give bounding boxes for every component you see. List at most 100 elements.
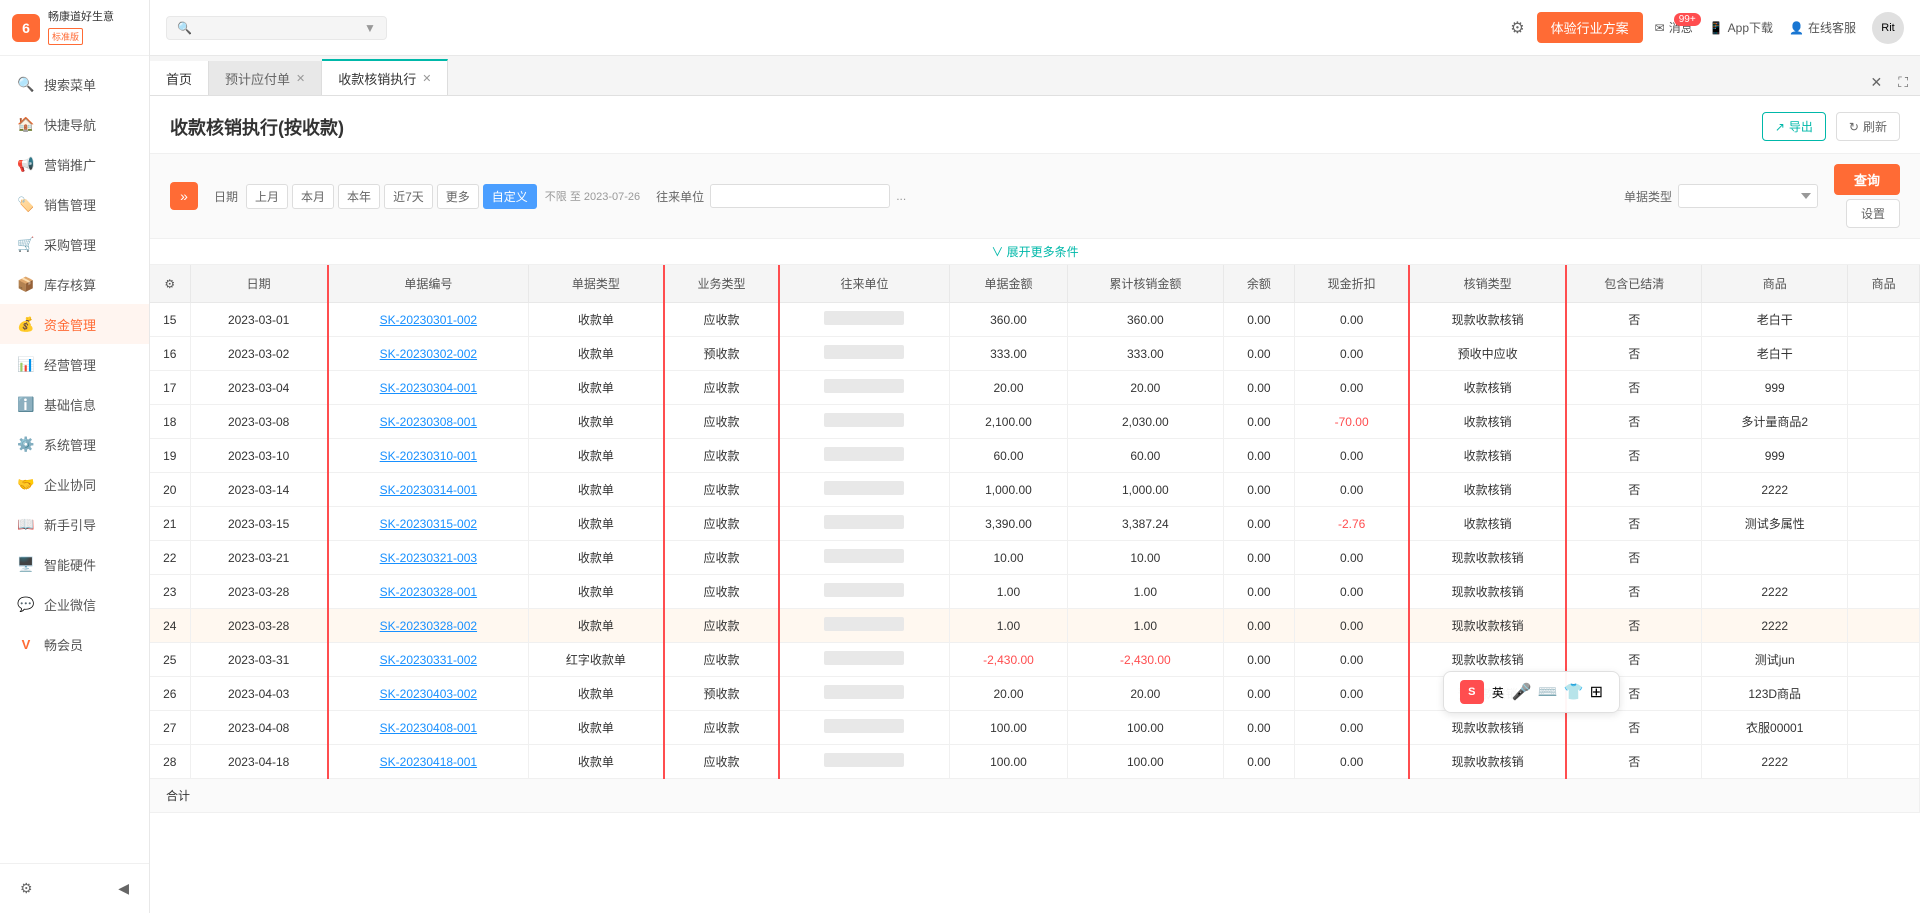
topbar-search-box[interactable]: 🔍 ▼ <box>166 16 387 40</box>
sidebar-item-system[interactable]: ⚙️ 系统管理 <box>0 424 149 464</box>
keyboard-icon[interactable]: ⌨️ <box>1538 682 1558 702</box>
filter-date-7days[interactable]: 近7天 <box>384 184 433 209</box>
sidebar-item-hardware[interactable]: 🖥️ 智能硬件 <box>0 544 149 584</box>
settings-button[interactable]: 设置 <box>1846 199 1900 228</box>
filter-date-label: 日期 <box>214 188 238 205</box>
filter-date-last-month[interactable]: 上月 <box>246 184 288 209</box>
col-header-doc-num[interactable]: 单据编号 <box>328 265 529 303</box>
doc-num-link[interactable]: SK-20230408-001 <box>380 721 477 735</box>
col-header-amount[interactable]: 单据金额 <box>949 265 1067 303</box>
avatar[interactable]: Rit <box>1872 12 1904 44</box>
filter-type-select[interactable] <box>1678 184 1818 208</box>
sidebar-item-search[interactable]: 🔍 搜索菜单 <box>0 64 149 104</box>
col-header-product1[interactable]: 商品 <box>1702 265 1848 303</box>
tab-prepay[interactable]: 预计应付单 ✕ <box>209 61 322 95</box>
message-button[interactable]: ✉ 消息 99+ <box>1655 19 1693 36</box>
sidebar-item-wechat[interactable]: 💬 企业微信 <box>0 584 149 624</box>
col-header-product2[interactable]: 商品 <box>1848 265 1920 303</box>
table-row[interactable]: 17 2023-03-04 SK-20230304-001 收款单 应收款 20… <box>150 371 1920 405</box>
export-button[interactable]: ↗ 导出 <box>1762 112 1826 141</box>
chevron-down-icon: ∨ <box>991 245 1006 259</box>
col-header-biz-type[interactable]: 业务类型 <box>664 265 779 303</box>
doc-num-link[interactable]: SK-20230321-003 <box>380 551 477 565</box>
doc-num-link[interactable]: SK-20230314-001 <box>380 483 477 497</box>
table-row[interactable]: 16 2023-03-02 SK-20230302-002 收款单 预收款 33… <box>150 337 1920 371</box>
tab-prepay-close-icon[interactable]: ✕ <box>296 72 305 85</box>
col-header-doc-type[interactable]: 单据类型 <box>528 265 663 303</box>
sidebar-collapse-btn[interactable]: ◀ <box>114 876 133 901</box>
doc-num-link[interactable]: SK-20230302-002 <box>380 347 477 361</box>
sidebar-item-marketing[interactable]: 📢 营销推广 <box>0 144 149 184</box>
grid-icon[interactable]: ⊞ <box>1590 682 1603 702</box>
doc-num-link[interactable]: SK-20230304-001 <box>380 381 477 395</box>
settings-gear-icon[interactable]: ⚙ <box>1510 18 1524 38</box>
table-row[interactable]: 27 2023-04-08 SK-20230408-001 收款单 应收款 10… <box>150 711 1920 745</box>
sidebar-settings-btn[interactable]: ⚙ <box>16 876 37 901</box>
sidebar-item-sales[interactable]: 🏷️ 销售管理 <box>0 184 149 224</box>
col-header-balance[interactable]: 余额 <box>1223 265 1295 303</box>
table-row[interactable]: 22 2023-03-21 SK-20230321-003 收款单 应收款 10… <box>150 541 1920 575</box>
tab-maximize-btn[interactable]: ⛶ <box>1894 70 1912 95</box>
app-download-button[interactable]: 📱 App下载 <box>1709 19 1773 36</box>
sidebar-item-guide[interactable]: 📖 新手引导 <box>0 504 149 544</box>
filter-toggle-button[interactable]: » <box>170 182 198 210</box>
solution-button[interactable]: 体验行业方案 <box>1537 12 1643 43</box>
table-row[interactable]: 15 2023-03-01 SK-20230301-002 收款单 应收款 36… <box>150 303 1920 337</box>
doc-num-link[interactable]: SK-20230331-002 <box>380 653 477 667</box>
sidebar-item-member[interactable]: V 畅会员 <box>0 624 149 664</box>
col-header-date[interactable]: 日期 <box>190 265 328 303</box>
col-header-settings[interactable]: ⚙ <box>150 265 190 303</box>
col-header-unit[interactable]: 往来单位 <box>779 265 949 303</box>
query-button[interactable]: 查询 <box>1834 164 1900 195</box>
col-header-writeoff-type[interactable]: 核销类型 <box>1409 265 1566 303</box>
sidebar-item-label: 智能硬件 <box>44 555 96 574</box>
table-row[interactable]: 25 2023-03-31 SK-20230331-002 红字收款单 应收款 … <box>150 643 1920 677</box>
data-table-container[interactable]: ⚙ 日期 单据编号 单据类型 业务类型 往来单位 单据金额 累计核销金额 余额 … <box>150 265 1920 913</box>
col-header-cash-discount[interactable]: 现金折扣 <box>1295 265 1409 303</box>
tab-writeoff-close-icon[interactable]: ✕ <box>422 72 431 85</box>
doc-num-link[interactable]: SK-20230301-002 <box>380 313 477 327</box>
sidebar-item-purchase[interactable]: 🛒 采购管理 <box>0 224 149 264</box>
tab-home[interactable]: 首页 <box>150 61 209 95</box>
doc-num-link[interactable]: SK-20230315-002 <box>380 517 477 531</box>
sidebar-item-operations[interactable]: 📊 经营管理 <box>0 344 149 384</box>
table-row[interactable]: 19 2023-03-10 SK-20230310-001 收款单 应收款 60… <box>150 439 1920 473</box>
cell-include-settled: 否 <box>1566 371 1701 405</box>
filter-unit-input[interactable] <box>710 184 890 208</box>
table-row[interactable]: 23 2023-03-28 SK-20230328-001 收款单 应收款 1.… <box>150 575 1920 609</box>
filter-date-this-year[interactable]: 本年 <box>338 184 380 209</box>
cell-doc-num: SK-20230328-002 <box>328 609 529 643</box>
filter-date-custom[interactable]: 自定义 <box>483 184 537 209</box>
doc-num-link[interactable]: SK-20230328-001 <box>380 585 477 599</box>
col-header-include-settled[interactable]: 包含已结清 <box>1566 265 1701 303</box>
sidebar-item-basic[interactable]: ℹ️ 基础信息 <box>0 384 149 424</box>
table-row[interactable]: 26 2023-04-03 SK-20230403-002 收款单 预收款 20… <box>150 677 1920 711</box>
doc-num-link[interactable]: SK-20230328-002 <box>380 619 477 633</box>
table-row[interactable]: 24 2023-03-28 SK-20230328-002 收款单 应收款 1.… <box>150 609 1920 643</box>
filter-dots: ... <box>896 189 906 203</box>
col-header-writeoff-total[interactable]: 累计核销金额 <box>1068 265 1223 303</box>
filter-date-more[interactable]: 更多 <box>437 184 479 209</box>
cell-include-settled: 否 <box>1566 609 1701 643</box>
doc-num-link[interactable]: SK-20230310-001 <box>380 449 477 463</box>
sidebar-item-nav[interactable]: 🏠 快捷导航 <box>0 104 149 144</box>
table-row[interactable]: 28 2023-04-18 SK-20230418-001 收款单 应收款 10… <box>150 745 1920 779</box>
sidebar-item-finance[interactable]: 💰 资金管理 <box>0 304 149 344</box>
sidebar-item-enterprise[interactable]: 🤝 企业协同 <box>0 464 149 504</box>
doc-num-link[interactable]: SK-20230403-002 <box>380 687 477 701</box>
filter-date-this-month[interactable]: 本月 <box>292 184 334 209</box>
expand-more-button[interactable]: ∨ 展开更多条件 <box>991 243 1078 260</box>
shirt-icon[interactable]: 👕 <box>1564 682 1584 702</box>
tab-writeoff[interactable]: 收款核销执行 ✕ <box>322 59 448 95</box>
refresh-button[interactable]: ↻ 刷新 <box>1836 112 1900 141</box>
doc-num-link[interactable]: SK-20230308-001 <box>380 415 477 429</box>
tab-close-all-btn[interactable]: ✕ <box>1866 70 1886 95</box>
mic-icon[interactable]: 🎤 <box>1512 682 1532 702</box>
sidebar-item-inventory[interactable]: 📦 库存核算 <box>0 264 149 304</box>
table-row[interactable]: 21 2023-03-15 SK-20230315-002 收款单 应收款 3,… <box>150 507 1920 541</box>
online-service-button[interactable]: 👤 在线客服 <box>1789 19 1856 36</box>
doc-num-link[interactable]: SK-20230418-001 <box>380 755 477 769</box>
search-input[interactable] <box>198 21 358 35</box>
table-row[interactable]: 20 2023-03-14 SK-20230314-001 收款单 应收款 1,… <box>150 473 1920 507</box>
table-row[interactable]: 18 2023-03-08 SK-20230308-001 收款单 应收款 2,… <box>150 405 1920 439</box>
